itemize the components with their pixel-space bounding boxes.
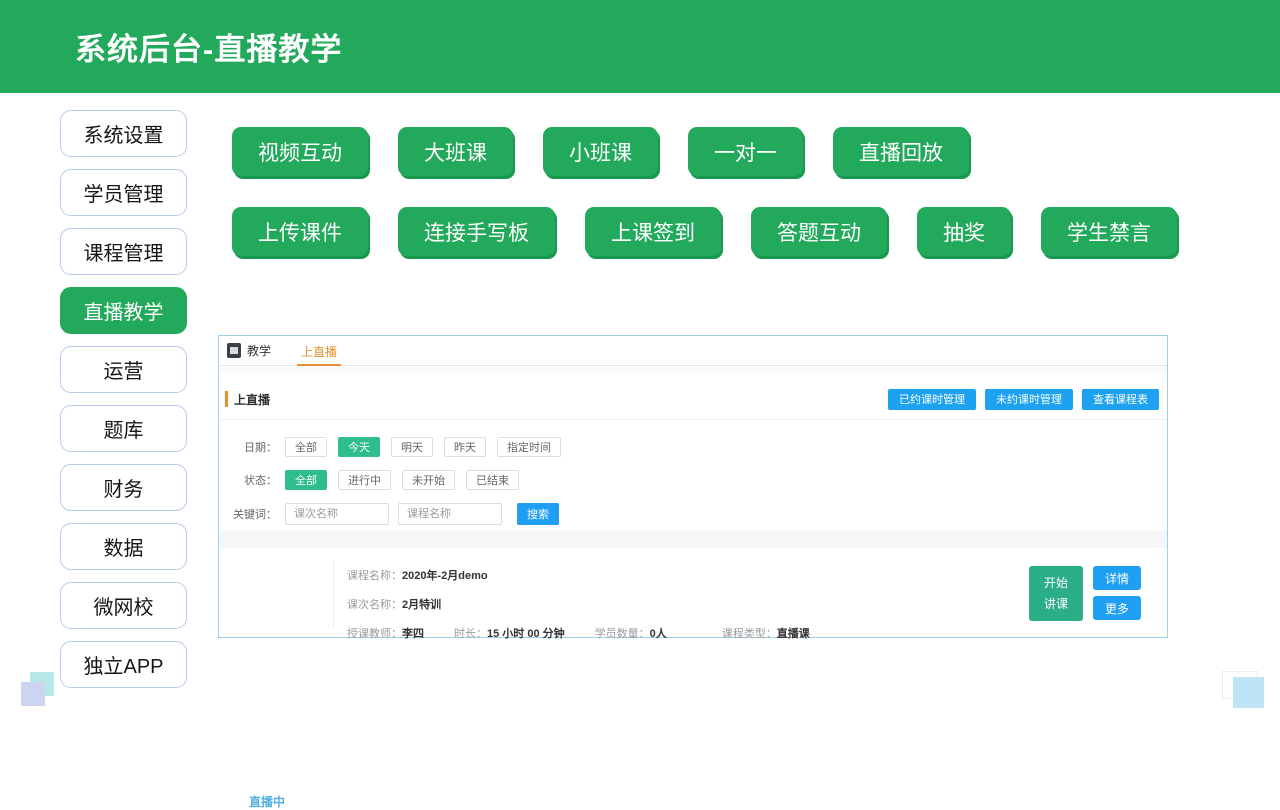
duration-value: 15 小时 00 分钟: [487, 625, 565, 641]
feature-quiz-interaction-button[interactable]: 答题互动: [751, 207, 887, 256]
status-option-all[interactable]: 全部: [285, 470, 327, 490]
course-type-value: 直播课: [777, 625, 810, 641]
decoration-square-lavender: [21, 682, 45, 706]
status-filter-row: 状态： 全部 进行中 未开始 已结束: [219, 469, 519, 491]
section-accent-bar: [225, 391, 228, 407]
course-name-label: 课程名称：: [347, 567, 402, 583]
lesson-name-value: 2月特训: [402, 596, 441, 612]
feature-live-replay-button[interactable]: 直播回放: [833, 127, 969, 176]
feature-handwriting-board-button[interactable]: 连接手写板: [398, 207, 555, 256]
section-divider: [219, 419, 1167, 420]
feature-student-mute-button[interactable]: 学生禁言: [1041, 207, 1177, 256]
decoration-square-blue: [1233, 677, 1264, 708]
topbar-divider: [219, 367, 1167, 373]
date-option-tomorrow[interactable]: 明天: [391, 437, 433, 457]
date-filter-options: 全部 今天 明天 昨天 指定时间: [285, 437, 561, 457]
date-option-all[interactable]: 全部: [285, 437, 327, 457]
section-actions: 已约课时管理 未约课时管理 查看课程表: [888, 389, 1159, 410]
feature-upload-courseware-button[interactable]: 上传课件: [232, 207, 368, 256]
sidebar-item-course-management[interactable]: 课程管理: [60, 228, 187, 275]
status-option-ended[interactable]: 已结束: [466, 470, 519, 490]
student-count-value: 0人: [650, 625, 667, 641]
feature-row-2: 上传课件 连接手写板 上课签到 答题互动 抽奖 学生禁言: [232, 207, 1177, 256]
duration-label: 时长：: [454, 625, 487, 641]
date-option-custom-time[interactable]: 指定时间: [497, 437, 561, 457]
row-divider: [333, 560, 334, 627]
sidebar-item-data[interactable]: 数据: [60, 523, 187, 570]
teaching-app-icon: [227, 343, 241, 358]
unbooked-hours-management-button[interactable]: 未约课时管理: [985, 389, 1073, 410]
teaching-app-label: 教学: [247, 342, 271, 359]
app-header: 系统后台-直播教学: [0, 0, 1280, 93]
sidebar-item-system-settings[interactable]: 系统设置: [60, 110, 187, 157]
feature-video-interaction-button[interactable]: 视频互动: [232, 127, 368, 176]
admin-panel: 教学 上直播 上直播 已约课时管理 未约课时管理 查看课程表 日期： 全部 今天…: [218, 335, 1168, 638]
keyword-filter-label: 关键词：: [219, 506, 277, 522]
section-header: 上直播 已约课时管理 未约课时管理 查看课程表: [225, 388, 1159, 410]
lesson-name-input[interactable]: [285, 503, 389, 525]
panel-topbar: 教学: [219, 336, 1167, 366]
date-option-today[interactable]: 今天: [338, 437, 380, 457]
course-name-input[interactable]: [398, 503, 502, 525]
student-count-label: 学员数量：: [595, 625, 650, 641]
sidebar-item-micro-school[interactable]: 微网校: [60, 582, 187, 629]
course-name-field: 课程名称： 2020年-2月demo: [347, 568, 488, 582]
feature-one-on-one-button[interactable]: 一对一: [688, 127, 803, 176]
more-button[interactable]: 更多: [1093, 596, 1141, 620]
teacher-value: 李四: [402, 625, 424, 641]
detail-button[interactable]: 详情: [1093, 566, 1141, 590]
status-option-not-started[interactable]: 未开始: [402, 470, 455, 490]
section-title: 上直播: [234, 391, 270, 408]
keyword-filter-row: 关键词： 搜索: [219, 502, 559, 526]
feature-class-checkin-button[interactable]: 上课签到: [585, 207, 721, 256]
view-schedule-button[interactable]: 查看课程表: [1082, 389, 1159, 410]
tab-go-live[interactable]: 上直播: [295, 336, 343, 366]
sidebar-item-finance[interactable]: 财务: [60, 464, 187, 511]
sidebar-item-operations[interactable]: 运营: [60, 346, 187, 393]
status-filter-label: 状态：: [219, 472, 277, 488]
feature-row-1: 视频互动 大班课 小班课 一对一 直播回放: [232, 127, 969, 176]
course-type-label: 课程类型：: [722, 625, 777, 641]
list-header-band: [219, 531, 1167, 548]
start-teaching-button[interactable]: 开始讲课: [1029, 566, 1083, 621]
status-filter-options: 全部 进行中 未开始 已结束: [285, 470, 519, 490]
live-status-badge: 直播中: [249, 793, 285, 810]
sidebar-item-standalone-app[interactable]: 独立APP: [60, 641, 187, 688]
course-meta-line: 授课教师： 李四 时长： 15 小时 00 分钟 学员数量： 0人 课程类型： …: [347, 626, 810, 640]
feature-large-class-button[interactable]: 大班课: [398, 127, 513, 176]
sidebar-item-live-teaching[interactable]: 直播教学: [60, 287, 187, 334]
sidebar-item-student-management[interactable]: 学员管理: [60, 169, 187, 216]
feature-small-class-button[interactable]: 小班课: [543, 127, 658, 176]
status-option-in-progress[interactable]: 进行中: [338, 470, 391, 490]
course-name-value: 2020年-2月demo: [402, 567, 488, 583]
date-option-yesterday[interactable]: 昨天: [444, 437, 486, 457]
lesson-name-label: 课次名称：: [347, 596, 402, 612]
course-row: 直播中 课程名称： 2020年-2月demo 课次名称： 2月特训 授课教师： …: [219, 548, 1167, 637]
booked-hours-management-button[interactable]: 已约课时管理: [888, 389, 976, 410]
search-button[interactable]: 搜索: [517, 503, 559, 525]
page: 系统后台-直播教学 系统设置 学员管理 课程管理 直播教学 运营 题库 财务 数…: [0, 0, 1280, 720]
feature-lottery-button[interactable]: 抽奖: [917, 207, 1011, 256]
date-filter-label: 日期：: [219, 439, 277, 455]
teacher-label: 授课教师：: [347, 625, 402, 641]
date-filter-row: 日期： 全部 今天 明天 昨天 指定时间: [219, 436, 561, 458]
sidebar-item-question-bank[interactable]: 题库: [60, 405, 187, 452]
lesson-name-field: 课次名称： 2月特训: [347, 597, 441, 611]
page-title: 系统后台-直播教学: [75, 24, 342, 69]
sidebar: 系统设置 学员管理 课程管理 直播教学 运营 题库 财务 数据 微网校 独立AP…: [60, 110, 187, 688]
